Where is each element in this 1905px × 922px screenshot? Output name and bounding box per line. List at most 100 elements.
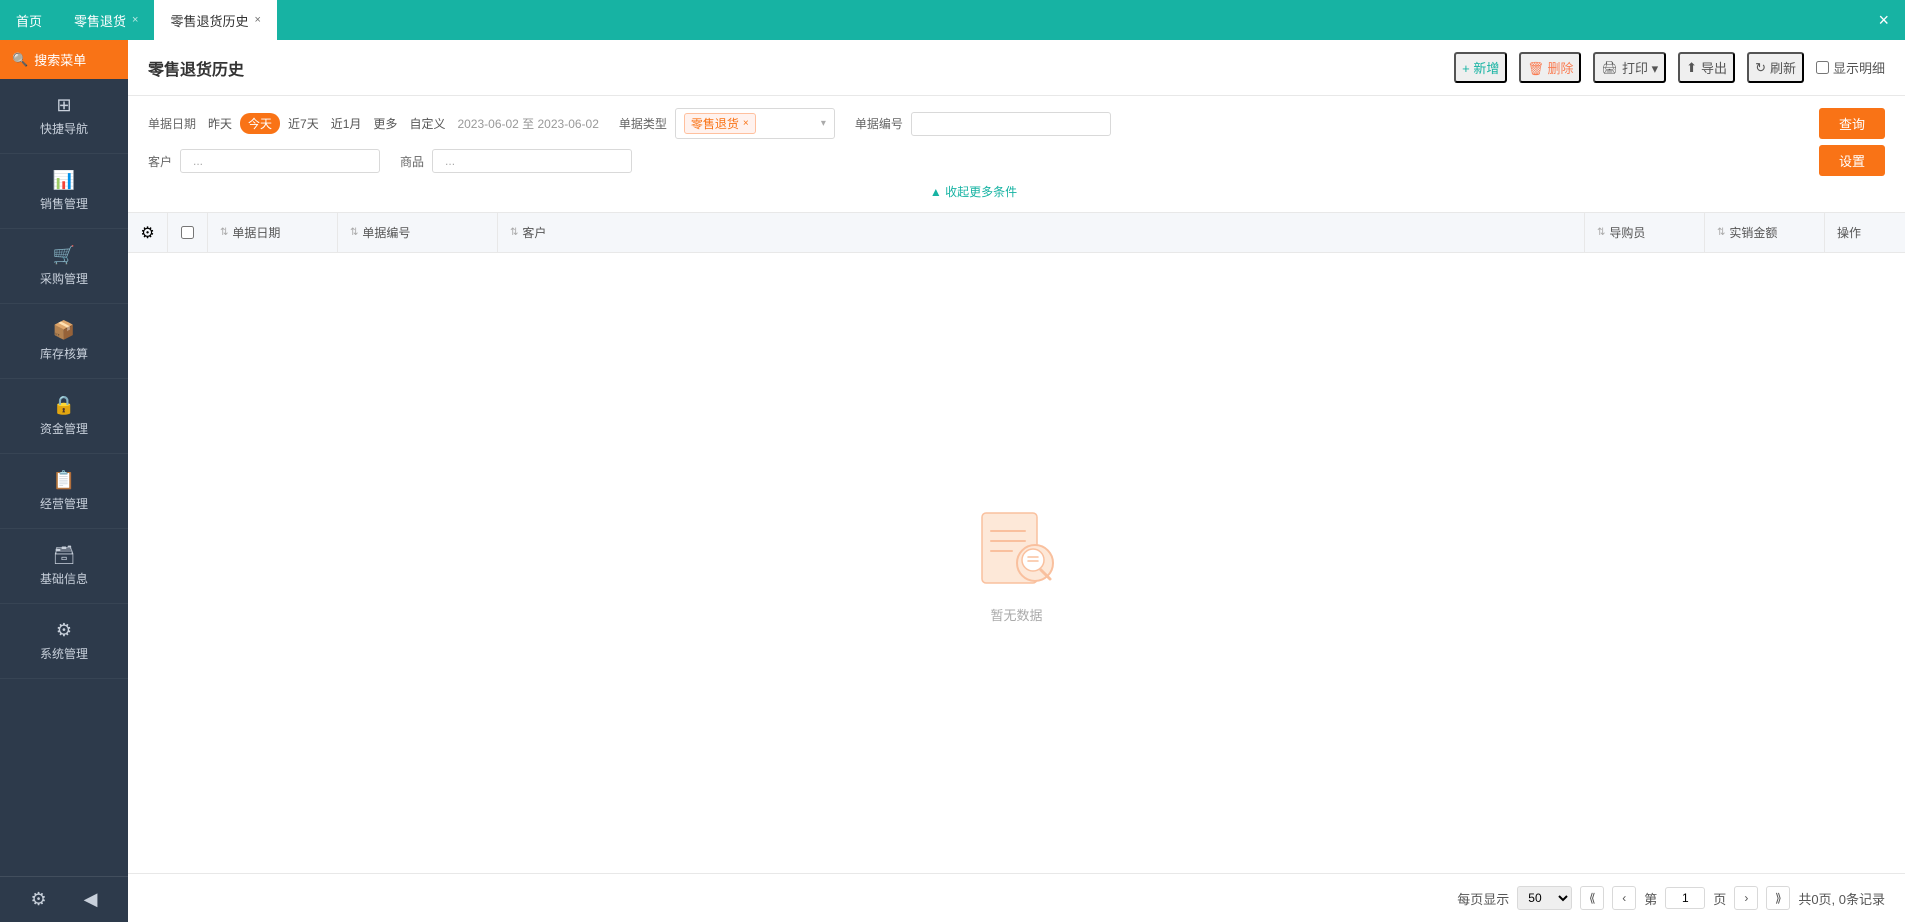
select-all-checkbox[interactable] bbox=[181, 226, 194, 239]
prev-page-button[interactable]: ‹ bbox=[1612, 886, 1636, 910]
sort-customer-icon[interactable]: ⇅ bbox=[510, 227, 518, 238]
date-btn-1month[interactable]: 近1月 bbox=[327, 113, 366, 134]
date-filter: 单据日期 昨天 今天 近7天 近1月 更多 自定义 2023-06-02 至 2… bbox=[148, 113, 599, 134]
collapse-sidebar-icon[interactable]: ◀ bbox=[84, 889, 98, 910]
sidebar-item-system[interactable]: ⚙ 系统管理 bbox=[0, 604, 128, 679]
add-button[interactable]: + 新增 bbox=[1454, 52, 1507, 83]
delete-button[interactable]: 🗑 删除 bbox=[1519, 52, 1581, 83]
pagination: 每页显示 50 100 200 ⟪ ‹ 第 页 › ⟫ 共0页, 0条记录 bbox=[128, 873, 1905, 922]
show-detail-label: 显示明细 bbox=[1833, 58, 1885, 77]
search-icon: 🔍 bbox=[12, 52, 28, 68]
first-page-button[interactable]: ⟪ bbox=[1580, 886, 1604, 910]
sidebar-item-base-info[interactable]: 🗃 基础信息 bbox=[0, 529, 128, 604]
show-detail-checkbox[interactable] bbox=[1816, 61, 1829, 74]
filter-row-1: 单据日期 昨天 今天 近7天 近1月 更多 自定义 2023-06-02 至 2… bbox=[148, 108, 1799, 139]
page-unit: 页 bbox=[1713, 889, 1726, 908]
refresh-icon: ↻ bbox=[1755, 60, 1766, 76]
doc-type-tag: 零售退货 × bbox=[684, 113, 756, 134]
filter-row-2: 客户 ... 商品 ... bbox=[148, 149, 1799, 173]
tab-retail-return[interactable]: 零售退货 × bbox=[58, 0, 154, 40]
th-guide-label: 导购员 bbox=[1609, 224, 1645, 241]
sidebar-item-purchase-label: 采购管理 bbox=[40, 270, 88, 287]
date-btn-7days[interactable]: 近7天 bbox=[284, 113, 323, 134]
th-amount: ⇅ 实销金额 bbox=[1705, 213, 1825, 252]
th-customer-label: 客户 bbox=[522, 224, 546, 241]
empty-icon bbox=[967, 503, 1067, 593]
sidebar-item-operations[interactable]: 📋 经营管理 bbox=[0, 454, 128, 529]
sidebar-item-finance[interactable]: 🔒 资金管理 bbox=[0, 379, 128, 454]
sidebar-search[interactable]: 🔍 搜索菜单 bbox=[0, 40, 128, 79]
goods-input[interactable]: ... bbox=[432, 149, 632, 173]
operations-icon: 📋 bbox=[53, 470, 75, 491]
show-detail-checkbox-label[interactable]: 显示明细 bbox=[1816, 58, 1885, 77]
export-button[interactable]: ⬆ 导出 bbox=[1678, 52, 1735, 83]
page-label: 第 bbox=[1644, 889, 1657, 908]
settings-bottom-icon[interactable]: ⚙ bbox=[31, 889, 47, 910]
sidebar-bottom: ⚙ ◀ bbox=[0, 876, 128, 922]
date-range-display: 2023-06-02 至 2023-06-02 bbox=[457, 115, 598, 132]
doc-num-input[interactable] bbox=[911, 112, 1111, 136]
export-icon: ⬆ bbox=[1686, 60, 1697, 76]
sidebar-item-inventory[interactable]: 📦 库存核算 bbox=[0, 304, 128, 379]
next-page-button[interactable]: › bbox=[1734, 886, 1758, 910]
sidebar-item-sales[interactable]: 📊 销售管理 bbox=[0, 154, 128, 229]
th-doc-num-label: 单据编号 bbox=[362, 224, 410, 241]
th-date: ⇅ 单据日期 bbox=[208, 213, 338, 252]
per-page-label: 每页显示 bbox=[1457, 889, 1509, 908]
sidebar-item-purchase[interactable]: 🛒 采购管理 bbox=[0, 229, 128, 304]
sort-amount-icon[interactable]: ⇅ bbox=[1717, 227, 1725, 238]
window-close-button[interactable]: × bbox=[1862, 10, 1905, 31]
th-operation-label: 操作 bbox=[1837, 224, 1861, 241]
th-amount-label: 实销金额 bbox=[1729, 224, 1777, 241]
doc-type-tag-close[interactable]: × bbox=[743, 118, 749, 129]
date-btn-more[interactable]: 更多 bbox=[369, 113, 401, 134]
total-records-label: 共0页, 0条记录 bbox=[1798, 889, 1885, 908]
th-date-label: 单据日期 bbox=[232, 224, 280, 241]
doc-type-select[interactable]: 零售退货 × ▾ bbox=[675, 108, 835, 139]
tab-retail-return-label: 零售退货 bbox=[74, 11, 126, 30]
query-button[interactable]: 查询 bbox=[1819, 108, 1885, 139]
sidebar-item-base-info-label: 基础信息 bbox=[40, 570, 88, 587]
query-settings-buttons: 查询 设置 bbox=[1819, 108, 1885, 176]
tab-retail-return-close[interactable]: × bbox=[132, 14, 138, 26]
inventory-icon: 📦 bbox=[53, 320, 75, 341]
collapse-filter-button[interactable]: ▲ 收起更多条件 bbox=[930, 183, 1017, 200]
doc-type-arrow-icon: ▾ bbox=[821, 118, 826, 129]
sidebar: 🔍 搜索菜单 ⊞ 快捷导航 📊 销售管理 🛒 采购管理 📦 库存核算 🔒 资金管… bbox=[0, 40, 128, 922]
th-operation: 操作 bbox=[1825, 213, 1905, 252]
sales-icon: 📊 bbox=[53, 170, 75, 191]
sidebar-item-quick-nav[interactable]: ⊞ 快捷导航 bbox=[0, 79, 128, 154]
print-icon: 🖨 bbox=[1601, 60, 1618, 76]
sidebar-item-sales-label: 销售管理 bbox=[40, 195, 88, 212]
customer-filter: 客户 ... bbox=[148, 149, 380, 173]
tab-retail-return-history[interactable]: 零售退货历史 × bbox=[154, 0, 276, 40]
sidebar-item-quick-nav-label: 快捷导航 bbox=[40, 120, 88, 137]
date-btn-custom[interactable]: 自定义 bbox=[405, 113, 449, 134]
sort-guide-icon[interactable]: ⇅ bbox=[1597, 227, 1605, 238]
per-page-select[interactable]: 50 100 200 bbox=[1517, 886, 1572, 910]
refresh-button[interactable]: ↻ 刷新 bbox=[1747, 52, 1804, 83]
base-info-icon: 🗃 bbox=[53, 545, 76, 566]
collapse-label: ▲ 收起更多条件 bbox=[930, 183, 1017, 200]
header-actions: + 新增 🗑 删除 🖨 🖨 打印 打印 ▾ ⬆ 导出 ↻ 刷新 显示明 bbox=[1454, 52, 1885, 83]
page-number-input[interactable] bbox=[1665, 887, 1705, 909]
th-settings[interactable]: ⚙ bbox=[128, 213, 168, 252]
tab-retail-return-history-close[interactable]: × bbox=[254, 14, 260, 26]
th-checkbox[interactable] bbox=[168, 213, 208, 252]
table-settings-icon[interactable]: ⚙ bbox=[140, 223, 154, 243]
date-btn-yesterday[interactable]: 昨天 bbox=[204, 113, 236, 134]
page-title: 零售退货历史 bbox=[148, 56, 244, 80]
print-button[interactable]: 🖨 🖨 打印 打印 ▾ bbox=[1593, 52, 1666, 83]
last-page-button[interactable]: ⟫ bbox=[1766, 886, 1790, 910]
tab-home-label: 首页 bbox=[16, 11, 42, 30]
date-btn-today[interactable]: 今天 bbox=[240, 113, 280, 134]
doc-num-label: 单据编号 bbox=[855, 115, 903, 132]
page-header: 零售退货历史 + 新增 🗑 删除 🖨 🖨 打印 打印 ▾ ⬆ 导出 ↻ 刷新 bbox=[128, 40, 1905, 96]
tab-retail-return-history-label: 零售退货历史 bbox=[170, 11, 248, 30]
sort-date-icon[interactable]: ⇅ bbox=[220, 227, 228, 238]
sort-doc-num-icon[interactable]: ⇅ bbox=[350, 227, 358, 238]
customer-input[interactable]: ... bbox=[180, 149, 380, 173]
tab-home[interactable]: 首页 bbox=[0, 0, 58, 40]
table-header: ⚙ ⇅ 单据日期 ⇅ 单据编号 ⇅ 客户 ⇅ bbox=[128, 213, 1905, 253]
settings-button[interactable]: 设置 bbox=[1819, 145, 1885, 176]
